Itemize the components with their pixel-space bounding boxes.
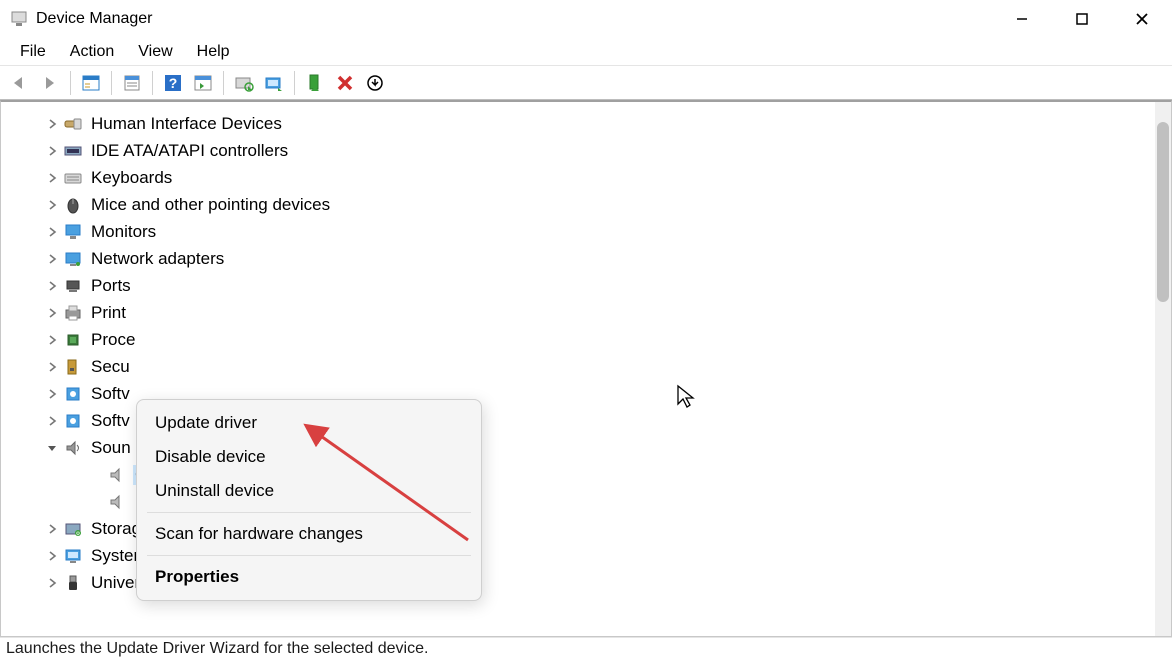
menu-view[interactable]: View <box>128 41 182 63</box>
toolbar: ? <box>0 66 1172 100</box>
menu-action[interactable]: Action <box>60 41 124 63</box>
speaker-icon <box>107 465 127 485</box>
software-icon <box>63 411 83 431</box>
speaker-icon <box>107 492 127 512</box>
chevron-right-icon[interactable] <box>45 225 59 239</box>
chevron-right-icon[interactable] <box>45 576 59 590</box>
expander-none <box>89 495 103 509</box>
tree-node[interactable]: Mice and other pointing devices <box>1 191 1171 218</box>
tree-node-label: Print <box>89 303 128 323</box>
minimize-button[interactable] <box>992 0 1052 38</box>
tree-node-label: Softv <box>89 384 132 404</box>
tree-node[interactable]: Secu <box>1 353 1171 380</box>
mouse-icon <box>63 195 83 215</box>
chevron-right-icon[interactable] <box>45 549 59 563</box>
port-icon <box>63 276 83 296</box>
menu-help[interactable]: Help <box>187 41 240 63</box>
context-update-driver[interactable]: Update driver <box>137 406 481 440</box>
context-menu: Update driver Disable device Uninstall d… <box>136 399 482 601</box>
usb-icon <box>63 573 83 593</box>
titlebar: Device Manager <box>0 0 1172 38</box>
security-icon <box>63 357 83 377</box>
help-button[interactable]: ? <box>159 69 187 97</box>
tree-node-label: Softv <box>89 411 132 431</box>
context-separator <box>147 512 471 513</box>
tree-node-label: Network adapters <box>89 249 226 269</box>
chevron-right-icon[interactable] <box>45 117 59 131</box>
context-separator <box>147 555 471 556</box>
tree-node[interactable]: Proce <box>1 326 1171 353</box>
context-properties[interactable]: Properties <box>137 560 481 594</box>
svg-text:?: ? <box>169 75 178 91</box>
disable-device-button[interactable] <box>361 69 389 97</box>
chevron-right-icon[interactable] <box>45 522 59 536</box>
tree-node[interactable]: Keyboards <box>1 164 1171 191</box>
sound-icon <box>63 438 83 458</box>
tree-node[interactable]: Human Interface Devices <box>1 110 1171 137</box>
chevron-right-icon[interactable] <box>45 171 59 185</box>
chevron-right-icon[interactable] <box>45 306 59 320</box>
chevron-down-icon[interactable] <box>45 441 59 455</box>
properties-button[interactable] <box>118 69 146 97</box>
action-button[interactable] <box>189 69 217 97</box>
tree-node-label: Mice and other pointing devices <box>89 195 332 215</box>
forward-button[interactable] <box>36 69 64 97</box>
show-hide-tree-button[interactable] <box>77 69 105 97</box>
hid-icon <box>63 114 83 134</box>
scan-hardware-button[interactable] <box>230 69 258 97</box>
statusbar: Launches the Update Driver Wizard for th… <box>0 637 1172 659</box>
enable-device-button[interactable] <box>301 69 329 97</box>
svg-text:⚙: ⚙ <box>76 531 81 537</box>
monitor-icon <box>63 222 83 242</box>
tree-node[interactable]: Print <box>1 299 1171 326</box>
tree-node-label: Soun <box>89 438 133 458</box>
chevron-right-icon[interactable] <box>45 198 59 212</box>
menu-file[interactable]: File <box>10 41 56 63</box>
chevron-right-icon[interactable] <box>45 387 59 401</box>
update-driver-button[interactable] <box>260 69 288 97</box>
vertical-scrollbar[interactable] <box>1155 102 1171 636</box>
storage-icon: ⚙ <box>63 519 83 539</box>
printer-icon <box>63 303 83 323</box>
menubar: File Action View Help <box>0 38 1172 66</box>
chevron-right-icon[interactable] <box>45 414 59 428</box>
tree-node-label: Proce <box>89 330 137 350</box>
tree-node-label: Human Interface Devices <box>89 114 284 134</box>
close-button[interactable] <box>1112 0 1172 38</box>
app-icon <box>10 10 28 28</box>
tree-node[interactable]: Network adapters <box>1 245 1171 272</box>
software-icon <box>63 384 83 404</box>
context-disable-device[interactable]: Disable device <box>137 440 481 474</box>
statusbar-text: Launches the Update Driver Wizard for th… <box>6 640 428 658</box>
tree-node-label: Ports <box>89 276 133 296</box>
keyboard-icon <box>63 168 83 188</box>
expander-none <box>89 468 103 482</box>
uninstall-device-button[interactable] <box>331 69 359 97</box>
context-uninstall-device[interactable]: Uninstall device <box>137 474 481 508</box>
scrollbar-thumb[interactable] <box>1157 122 1169 302</box>
chevron-right-icon[interactable] <box>45 252 59 266</box>
chevron-right-icon[interactable] <box>45 360 59 374</box>
tree-node[interactable]: Monitors <box>1 218 1171 245</box>
context-scan-hardware[interactable]: Scan for hardware changes <box>137 517 481 551</box>
tree-node-label: Keyboards <box>89 168 174 188</box>
processor-icon <box>63 330 83 350</box>
tree-node-label: Secu <box>89 357 132 377</box>
tree-node-label: IDE ATA/ATAPI controllers <box>89 141 290 161</box>
system-icon <box>63 546 83 566</box>
window-title: Device Manager <box>36 10 153 28</box>
maximize-button[interactable] <box>1052 0 1112 38</box>
tree-node[interactable]: Ports <box>1 272 1171 299</box>
back-button[interactable] <box>6 69 34 97</box>
tree-node-label: Monitors <box>89 222 158 242</box>
device-tree-container: Human Interface Devices IDE ATA/ATAPI con… <box>0 100 1172 637</box>
tree-node[interactable]: IDE ATA/ATAPI controllers <box>1 137 1171 164</box>
ide-icon <box>63 141 83 161</box>
chevron-right-icon[interactable] <box>45 333 59 347</box>
chevron-right-icon[interactable] <box>45 144 59 158</box>
chevron-right-icon[interactable] <box>45 279 59 293</box>
network-icon <box>63 249 83 269</box>
